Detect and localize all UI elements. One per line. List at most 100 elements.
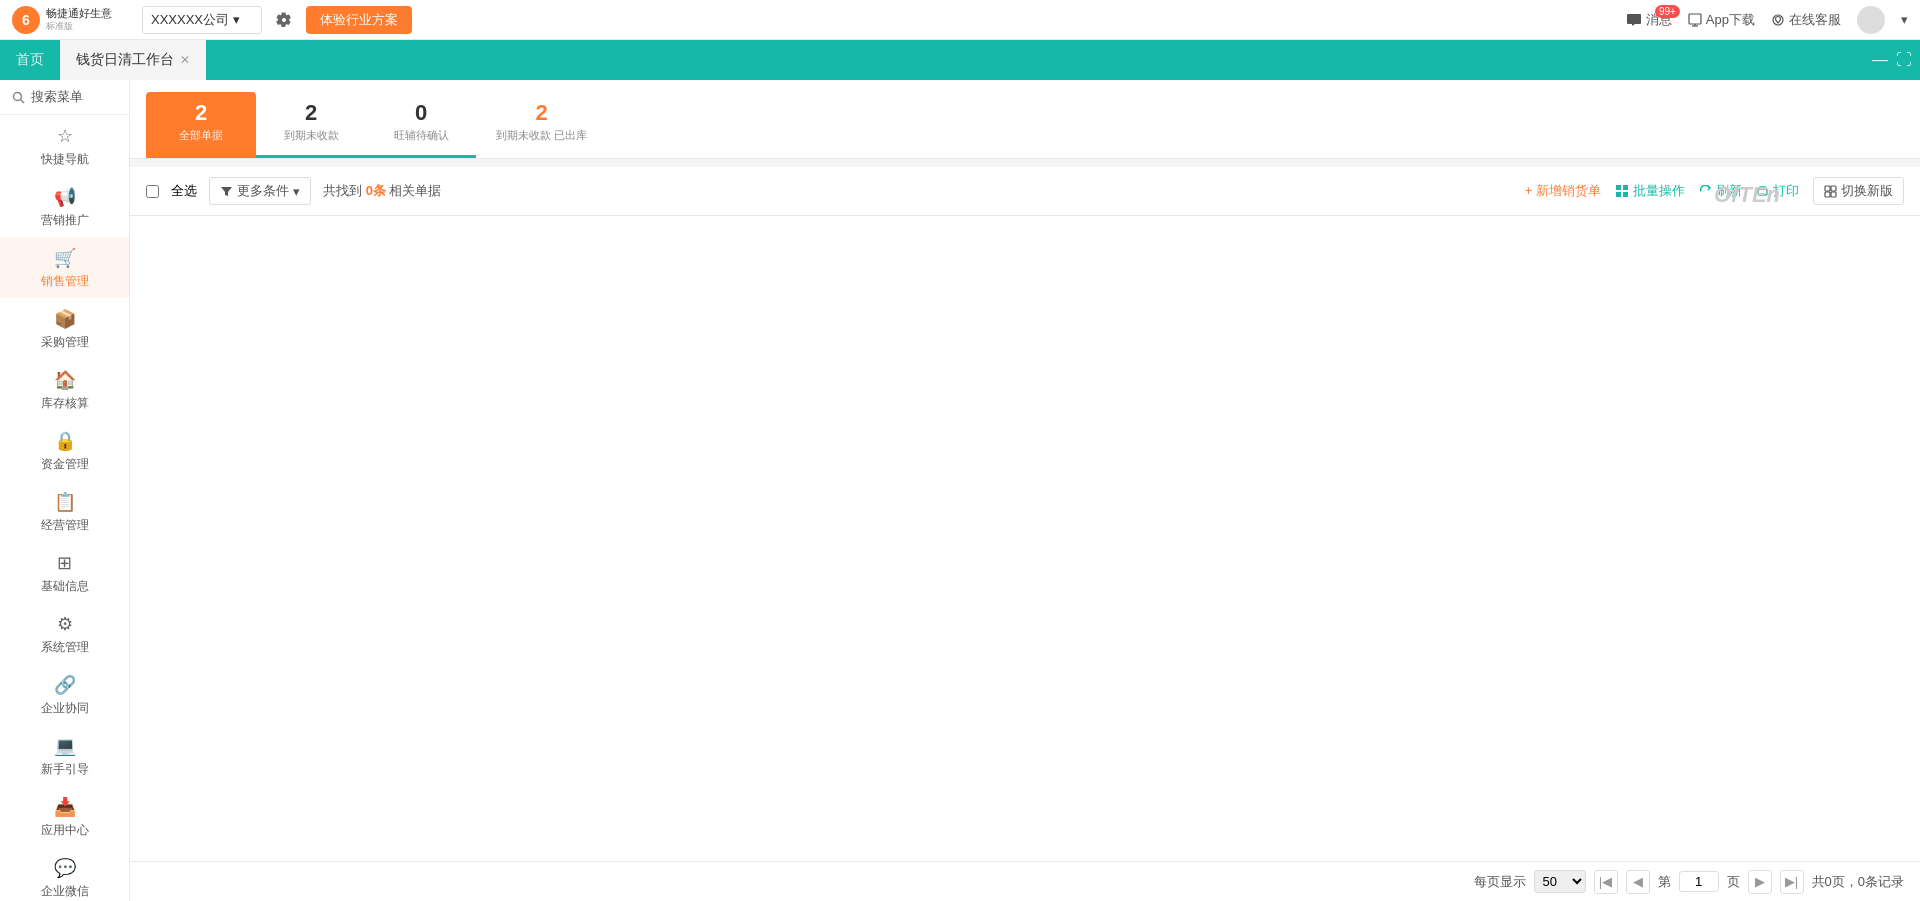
experience-button[interactable]: 体验行业方案 xyxy=(306,6,412,34)
pagination: 每页显示 50 10 20 100 |◀ ◀ 第 页 ▶ ▶| 共0页，0条记录 xyxy=(130,861,1920,901)
add-sales-order-button[interactable]: + 新增销货单 xyxy=(1525,182,1601,200)
tab-close-icon[interactable]: ✕ xyxy=(180,53,190,67)
svg-rect-13 xyxy=(1825,192,1830,197)
operation-icon: 📋 xyxy=(54,491,76,513)
sidebar-item-quick-nav[interactable]: ☆ 快捷导航 xyxy=(0,115,129,176)
company-name: XXXXXX公司 xyxy=(151,11,229,29)
page-size-label: 每页显示 xyxy=(1474,873,1526,891)
table-area xyxy=(130,216,1920,861)
page-input[interactable] xyxy=(1679,871,1719,892)
sidebar-item-marketing[interactable]: 📢 营销推广 xyxy=(0,176,129,237)
online-service-item[interactable]: 在线客服 xyxy=(1771,11,1841,29)
stat-count-wangwang: 0 xyxy=(386,100,456,126)
filter-button[interactable]: 更多条件 ▾ xyxy=(209,177,311,205)
total-records: 共0页，0条记录 xyxy=(1812,873,1904,891)
purchase-icon: 📦 xyxy=(54,308,76,330)
batch-operation-button[interactable]: 批量操作 xyxy=(1615,182,1685,200)
sidebar-item-enterprise[interactable]: 🔗 企业协同 xyxy=(0,664,129,725)
page-label: 第 xyxy=(1658,873,1671,891)
app-download-label: App下载 xyxy=(1706,11,1755,29)
last-page-button[interactable]: ▶| xyxy=(1780,870,1804,894)
tab-expand-icon[interactable]: ⛶ xyxy=(1896,51,1912,69)
tab-home[interactable]: 首页 xyxy=(0,40,60,80)
filter-dropdown-icon: ▾ xyxy=(293,184,300,199)
sidebar-item-wechat[interactable]: 💬 企业微信 xyxy=(0,847,129,901)
inventory-icon: 🏠 xyxy=(54,369,76,391)
logo-icon: 6 xyxy=(12,6,40,34)
print-button[interactable]: 打印 xyxy=(1756,182,1799,200)
stat-label-all: 全部单据 xyxy=(166,128,236,143)
tab-cash-work[interactable]: 钱货日清工作台 ✕ xyxy=(60,40,206,80)
svg-rect-11 xyxy=(1825,186,1830,191)
content-area: 2 全部单据 2 到期未收款 0 旺辅待确认 2 到期未收款 已出库 全选 更多… xyxy=(130,80,1920,901)
app-edition: 标准版 xyxy=(46,20,112,33)
sidebar-search[interactable]: 搜索菜单 xyxy=(0,80,129,115)
top-header: 6 畅捷通好生意 标准版 XXXXXX公司 ▾ 体验行业方案 消息 99+ Ap… xyxy=(0,0,1920,40)
stat-count-all: 2 xyxy=(166,100,236,126)
page-label-end: 页 xyxy=(1727,873,1740,891)
svg-rect-0 xyxy=(1689,14,1701,24)
svg-rect-9 xyxy=(1623,192,1628,197)
switch-version-button[interactable]: 切换新版 xyxy=(1813,177,1904,205)
refresh-button[interactable]: 刷新 xyxy=(1699,182,1742,200)
avatar[interactable] xyxy=(1857,6,1885,34)
company-selector[interactable]: XXXXXX公司 ▾ xyxy=(142,6,262,34)
messages-badge: 99+ xyxy=(1655,5,1680,18)
sidebar-item-purchase[interactable]: 📦 采购管理 xyxy=(0,298,129,359)
sidebar-search-label: 搜索菜单 xyxy=(31,88,83,106)
sidebar-item-inventory[interactable]: 🏠 库存核算 xyxy=(0,359,129,420)
sidebar-item-system[interactable]: ⚙ 系统管理 xyxy=(0,603,129,664)
sidebar-item-basic[interactable]: ⊞ 基础信息 xyxy=(0,542,129,603)
stat-label-overdue: 到期未收款 xyxy=(276,128,346,143)
stat-tab-overdue[interactable]: 2 到期未收款 xyxy=(256,92,366,158)
stats-bar: 2 全部单据 2 到期未收款 0 旺辅待确认 2 到期未收款 已出库 xyxy=(130,80,1920,159)
sidebar-item-operation[interactable]: 📋 经营管理 xyxy=(0,481,129,542)
stat-label-wangwang: 旺辅待确认 xyxy=(386,128,456,143)
stat-count-overdue-out: 2 xyxy=(496,100,587,126)
select-all-checkbox[interactable] xyxy=(146,185,159,198)
svg-rect-14 xyxy=(1831,192,1836,197)
stat-label-overdue-out: 到期未收款 已出库 xyxy=(496,128,587,143)
logo-area: 6 畅捷通好生意 标准版 xyxy=(12,6,142,34)
guide-icon: 💻 xyxy=(54,735,76,757)
next-page-button[interactable]: ▶ xyxy=(1748,870,1772,894)
settings-button[interactable] xyxy=(270,6,298,34)
tab-minimize-icon[interactable]: — xyxy=(1872,51,1888,69)
svg-rect-6 xyxy=(1616,185,1621,190)
prev-page-button[interactable]: ◀ xyxy=(1626,870,1650,894)
sales-icon: 🛒 xyxy=(54,247,76,269)
stat-tab-overdue-out[interactable]: 2 到期未收款 已出库 xyxy=(476,92,607,158)
header-right: 消息 99+ App下载 在线客服 ▾ xyxy=(1626,6,1908,34)
toolbar: 全选 更多条件 ▾ 共找到 0条 相关单据 + 新增销货单 批量操作 xyxy=(130,167,1920,216)
sidebar-item-apps[interactable]: 📥 应用中心 xyxy=(0,786,129,847)
toolbar-right: + 新增销货单 批量操作 刷新 打印 切换新版 xyxy=(1525,177,1904,205)
sidebar-item-guide[interactable]: 💻 新手引导 xyxy=(0,725,129,786)
found-text: 共找到 0条 相关单据 xyxy=(323,182,441,200)
tab-controls: — ⛶ xyxy=(1872,51,1920,69)
sidebar: 搜索菜单 ☆ 快捷导航 📢 营销推广 🛒 销售管理 📦 采购管理 🏠 库存核算 xyxy=(0,80,130,901)
first-page-button[interactable]: |◀ xyxy=(1594,870,1618,894)
svg-rect-7 xyxy=(1623,185,1628,190)
messages-item[interactable]: 消息 99+ xyxy=(1626,11,1672,29)
wechat-icon: 💬 xyxy=(54,857,76,879)
user-menu[interactable]: ▾ xyxy=(1901,12,1908,27)
app-download-item[interactable]: App下载 xyxy=(1688,11,1755,29)
dropdown-icon: ▾ xyxy=(233,12,240,27)
online-service-label: 在线客服 xyxy=(1789,11,1841,29)
stat-tab-wangwang[interactable]: 0 旺辅待确认 xyxy=(366,92,476,158)
svg-rect-12 xyxy=(1831,186,1836,191)
page-size-select[interactable]: 50 10 20 100 xyxy=(1534,870,1586,893)
select-all-label: 全选 xyxy=(171,182,197,200)
apps-icon: 📥 xyxy=(54,796,76,818)
svg-rect-8 xyxy=(1616,192,1621,197)
enterprise-icon: 🔗 xyxy=(54,674,76,696)
stat-count-overdue: 2 xyxy=(276,100,346,126)
sidebar-item-sales[interactable]: 🛒 销售管理 xyxy=(0,237,129,298)
quick-nav-icon: ☆ xyxy=(57,125,73,147)
app-name: 畅捷通好生意 xyxy=(46,6,112,20)
tab-bar: 首页 钱货日清工作台 ✕ — ⛶ xyxy=(0,40,1920,80)
main-layout: 搜索菜单 ☆ 快捷导航 📢 营销推广 🛒 销售管理 📦 采购管理 🏠 库存核算 xyxy=(0,80,1920,901)
stat-tab-all[interactable]: 2 全部单据 xyxy=(146,92,256,158)
sidebar-item-finance[interactable]: 🔒 资金管理 xyxy=(0,420,129,481)
finance-icon: 🔒 xyxy=(54,430,76,452)
